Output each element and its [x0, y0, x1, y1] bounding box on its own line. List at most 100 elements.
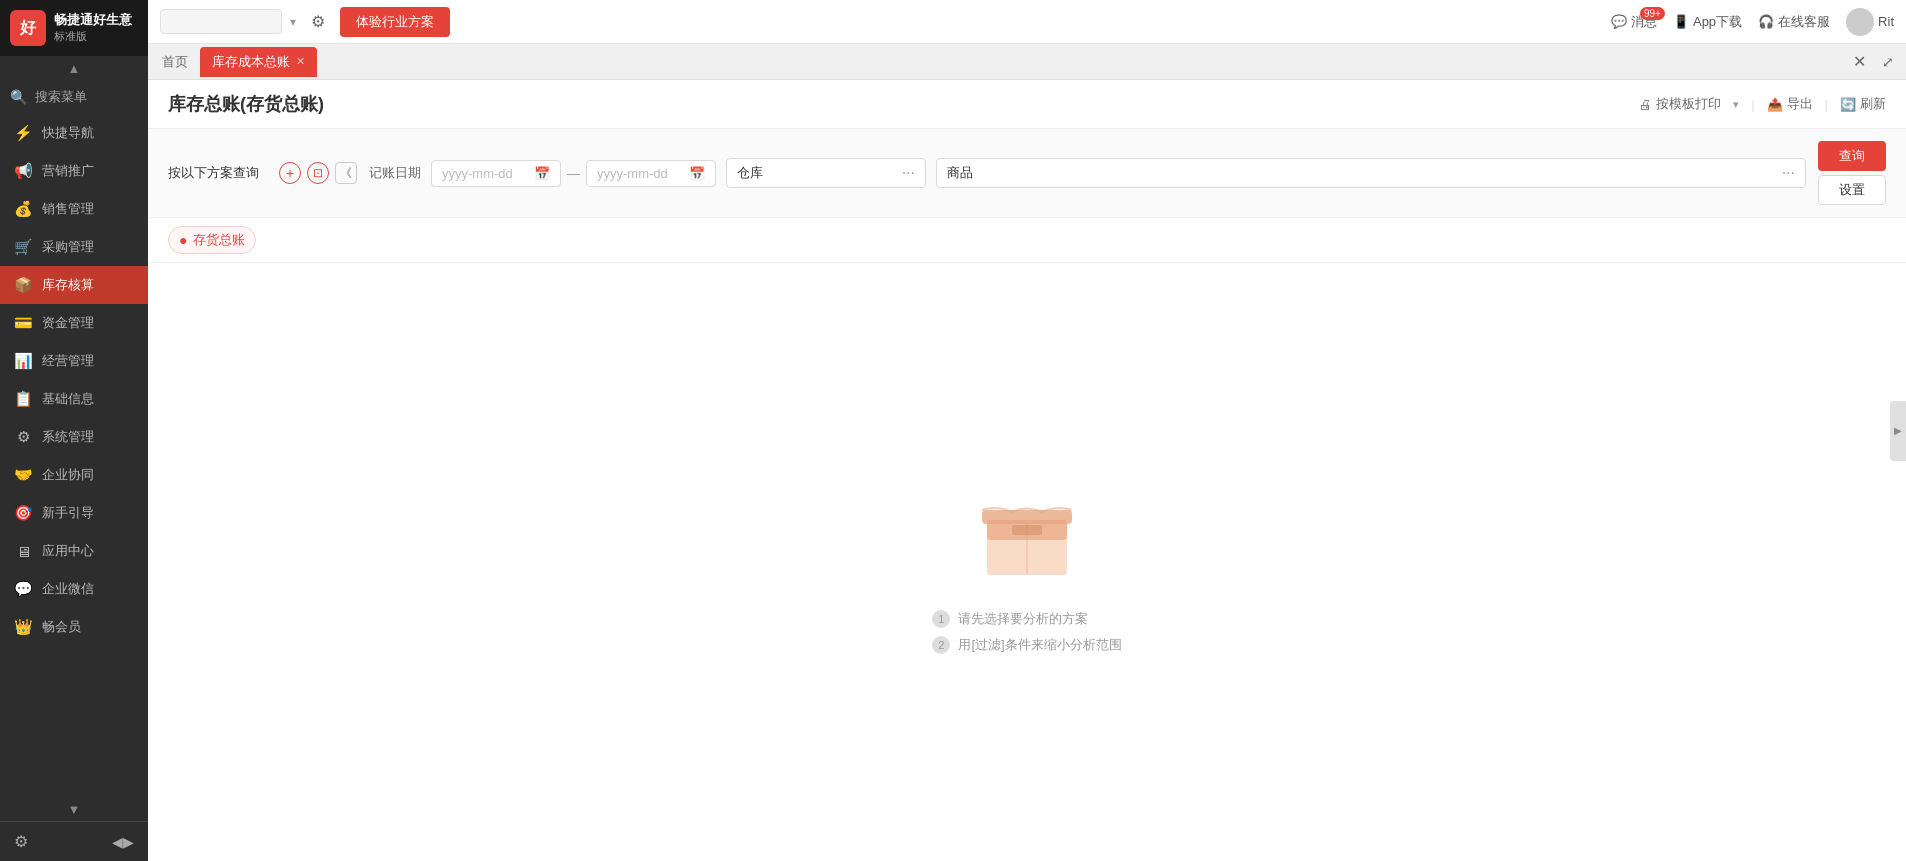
page-title: 库存总账(存货总账) [168, 92, 324, 116]
tab-bar: 首页 库存成本总账 ✕ ✕ ⤢ [148, 44, 1906, 80]
date-range-group: yyyy-mm-dd 📅 — yyyy-mm-dd 📅 [431, 160, 716, 187]
sidebar-scroll-down[interactable]: ▼ [0, 797, 148, 821]
export-button[interactable]: 📤 导出 [1767, 95, 1813, 113]
operation-icon: 📊 [14, 352, 32, 370]
sidebar-item-sales[interactable]: 💰 销售管理 [0, 190, 148, 228]
user-avatar [1846, 8, 1874, 36]
breadcrumb-dropdown[interactable]: ▾ [290, 15, 296, 29]
svg-rect-3 [982, 510, 1072, 524]
collapse-icon[interactable]: ◀▶ [112, 834, 134, 850]
brand-name: 畅捷通好生意 [54, 11, 132, 29]
messages-badge: 99+ [1640, 7, 1665, 20]
product-select[interactable]: 商品 ··· [936, 158, 1806, 188]
app-download-group[interactable]: 📱 App下载 [1673, 13, 1742, 31]
date-end-input[interactable]: yyyy-mm-dd 📅 [586, 160, 716, 187]
cooperation-icon: 🤝 [14, 466, 32, 484]
right-panel-toggle[interactable]: ▶ [1890, 401, 1906, 461]
sidebar-item-member[interactable]: 👑 畅会员 [0, 608, 148, 646]
empty-state: 1 请先选择要分析的方案 2 用[过滤]条件来缩小分析范围 [148, 263, 1906, 861]
appstore-icon: 🖥 [14, 543, 32, 560]
sales-icon: 💰 [14, 200, 32, 218]
export-icon: 📤 [1767, 97, 1783, 112]
sidebar-scroll-up[interactable]: ▲ [0, 56, 148, 80]
tip-item-1: 1 请先选择要分析的方案 [932, 610, 1121, 628]
date-label: 记账日期 [369, 164, 421, 182]
refresh-button[interactable]: 🔄 刷新 [1840, 95, 1886, 113]
marketing-icon: 📢 [14, 162, 32, 180]
tab-label: 库存成本总账 [212, 53, 290, 71]
sidebar-item-appstore[interactable]: 🖥 应用中心 [0, 532, 148, 570]
breadcrumb [160, 9, 282, 34]
date-start-input[interactable]: yyyy-mm-dd 📅 [431, 160, 561, 187]
quick-nav-icon: ⚡ [14, 124, 32, 142]
tab-inventory-ledger[interactable]: 库存成本总账 ✕ [200, 47, 317, 77]
gear-icon: ⚙ [311, 12, 325, 31]
page-area: 库存总账(存货总账) 🖨 按模板打印 ▾ | 📤 导出 | 🔄 [148, 80, 1906, 861]
top-bar-right: 💬 消息 99+ 📱 App下载 🎧 在线客服 Rit [1611, 8, 1894, 36]
filter-label: 按以下方案查询 [168, 164, 259, 182]
query-button[interactable]: 查询 [1818, 141, 1886, 171]
headset-icon: 🎧 [1758, 14, 1774, 29]
sidebar-item-newbie[interactable]: 🎯 新手引导 [0, 494, 148, 532]
messages-group[interactable]: 💬 消息 99+ [1611, 13, 1657, 31]
sidebar-logo: 好 畅捷通好生意 标准版 [0, 0, 148, 56]
topbar-settings-button[interactable]: ⚙ [304, 8, 332, 36]
sidebar-item-quick-nav[interactable]: ⚡ 快捷导航 [0, 114, 148, 152]
sidebar-item-system[interactable]: ⚙ 系统管理 [0, 418, 148, 456]
sidebar-item-label: 库存核算 [42, 276, 94, 294]
print-button[interactable]: 🖨 按模板打印 [1639, 95, 1721, 113]
expand-panel-icon[interactable]: ⤢ [1874, 54, 1902, 70]
app-download-label: App下载 [1693, 13, 1742, 31]
member-icon: 👑 [14, 618, 32, 636]
warehouse-select[interactable]: 仓库 ··· [726, 158, 926, 188]
tip-text-2: 用[过滤]条件来缩小分析范围 [958, 636, 1121, 654]
system-icon: ⚙ [14, 428, 32, 446]
schema-label: 存货总账 [193, 231, 245, 249]
user-info[interactable]: Rit [1846, 8, 1894, 36]
settings-button[interactable]: 设置 [1818, 175, 1886, 205]
finance-icon: 💳 [14, 314, 32, 332]
schema-item[interactable]: ● 存货总账 [168, 226, 256, 254]
sidebar-item-label: 基础信息 [42, 390, 94, 408]
page-header-actions: 🖨 按模板打印 ▾ | 📤 导出 | 🔄 刷新 [1639, 95, 1886, 113]
edition-label: 标准版 [54, 29, 132, 44]
logo-icon: 好 [10, 10, 46, 46]
filter-collapse-button[interactable]: 《 [335, 162, 357, 184]
sidebar-item-label: 采购管理 [42, 238, 94, 256]
main-content: ▾ ⚙ 体验行业方案 💬 消息 99+ 📱 App下载 🎧 在 [148, 0, 1906, 861]
sidebar-item-purchase[interactable]: 🛒 采购管理 [0, 228, 148, 266]
sidebar-item-label: 应用中心 [42, 542, 94, 560]
inventory-icon: 📦 [14, 276, 32, 294]
sidebar-search[interactable]: 🔍 搜索菜单 [0, 80, 148, 114]
sidebar-nav: ⚡ 快捷导航 📢 营销推广 💰 销售管理 🛒 采购管理 📦 库存核算 💳 [0, 114, 148, 797]
sidebar-item-cooperation[interactable]: 🤝 企业协同 [0, 456, 148, 494]
print-icon: 🖨 [1639, 97, 1652, 112]
print-dropdown[interactable]: ▾ [1733, 98, 1739, 111]
settings-icon[interactable]: ⚙ [14, 832, 28, 851]
industry-btn[interactable]: 体验行业方案 [340, 7, 450, 37]
phone-icon: 📱 [1673, 14, 1689, 29]
sidebar-item-inventory[interactable]: 📦 库存核算 [0, 266, 148, 304]
online-support-label: 在线客服 [1778, 13, 1830, 31]
tab-close-icon[interactable]: ✕ [296, 55, 305, 68]
tab-home[interactable]: 首页 [152, 47, 198, 77]
sidebar-item-operation[interactable]: 📊 经营管理 [0, 342, 148, 380]
sidebar-item-basic[interactable]: 📋 基础信息 [0, 380, 148, 418]
filter-inputs: 记账日期 yyyy-mm-dd 📅 — yyyy-mm-dd 📅 [369, 158, 1806, 188]
search-icon: 🔍 [10, 89, 27, 105]
filter-manage-button[interactable]: ⊡ [307, 162, 329, 184]
sidebar-item-marketing[interactable]: 📢 营销推广 [0, 152, 148, 190]
close-panel-icon[interactable]: ✕ [1845, 52, 1874, 71]
purchase-icon: 🛒 [14, 238, 32, 256]
calendar-icon-end: 📅 [689, 166, 705, 181]
page-header: 库存总账(存货总账) 🖨 按模板打印 ▾ | 📤 导出 | 🔄 [148, 80, 1906, 129]
online-support-group[interactable]: 🎧 在线客服 [1758, 13, 1830, 31]
empty-illustration [967, 470, 1087, 590]
logo-text: 畅捷通好生意 标准版 [54, 11, 132, 45]
sidebar-item-label: 新手引导 [42, 504, 94, 522]
tip-item-2: 2 用[过滤]条件来缩小分析范围 [932, 636, 1121, 654]
sidebar-item-wechat[interactable]: 💬 企业微信 [0, 570, 148, 608]
schema-panel: ● 存货总账 [148, 218, 1906, 263]
sidebar-item-finance[interactable]: 💳 资金管理 [0, 304, 148, 342]
filter-add-button[interactable]: + [279, 162, 301, 184]
